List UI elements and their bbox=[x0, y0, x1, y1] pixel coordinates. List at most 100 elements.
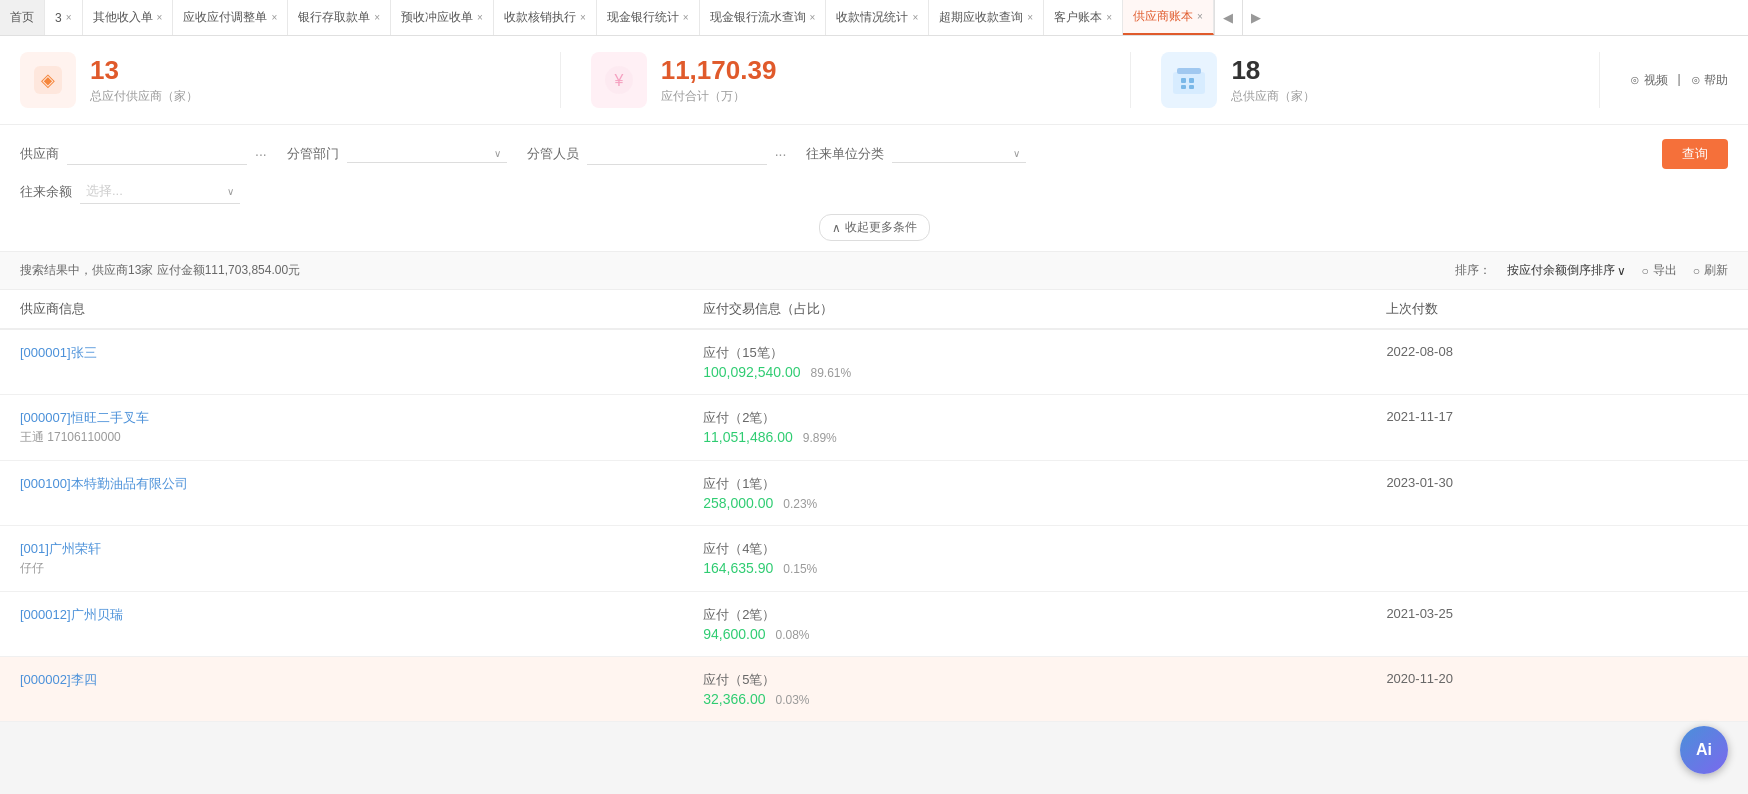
supplier-sub: 王通 17106110000 bbox=[20, 429, 703, 446]
nav-bank-deposit[interactable]: 银行存取款单 × bbox=[288, 0, 391, 35]
tx-pct: 0.08% bbox=[775, 628, 809, 642]
nav-cash-stats[interactable]: 现金银行统计 × bbox=[597, 0, 700, 35]
table-row: [000007]恒旺二手叉车 王通 17106110000 应付（2笔） 11,… bbox=[0, 395, 1748, 461]
sort-select[interactable]: 按应付余额倒序排序 ∨ bbox=[1507, 262, 1626, 279]
tx-amount[interactable]: 258,000.00 bbox=[703, 495, 773, 511]
collapse-button[interactable]: ∧ 收起更多条件 bbox=[819, 214, 930, 241]
total-suppliers-content: 18 总供应商（家） bbox=[1231, 55, 1315, 105]
supplier-link[interactable]: [000002]李四 bbox=[20, 672, 97, 687]
balance-arrow-icon: ∨ bbox=[227, 186, 234, 197]
last-pay-date: 2020-11-20 bbox=[1386, 671, 1728, 686]
nav-cash-flow[interactable]: 现金银行流水查询 × bbox=[700, 0, 827, 35]
refresh-button[interactable]: ○ 刷新 bbox=[1693, 262, 1728, 279]
close-other-income[interactable]: × bbox=[157, 12, 163, 23]
close-customer-ledger[interactable]: × bbox=[1106, 12, 1112, 23]
tx-row: 164,635.90 0.15% bbox=[703, 558, 1386, 576]
svg-rect-7 bbox=[1189, 78, 1194, 83]
nav-collection-stats[interactable]: 收款情况统计 × bbox=[826, 0, 929, 35]
col-supplier-info: 供应商信息 bbox=[20, 300, 703, 318]
supplier-link[interactable]: [000012]广州贝瑞 bbox=[20, 607, 123, 622]
nav-home[interactable]: 首页 bbox=[0, 0, 45, 35]
close-bank-deposit[interactable]: × bbox=[374, 12, 380, 23]
supplier-filter-input[interactable] bbox=[67, 143, 247, 165]
tx-amount[interactable]: 32,366.00 bbox=[703, 691, 765, 707]
nav-customer-ledger[interactable]: 客户账本 × bbox=[1044, 0, 1123, 35]
nav-receipt-exec[interactable]: 收款核销执行 × bbox=[494, 0, 597, 35]
help-link[interactable]: ⊙ 帮助 bbox=[1691, 72, 1728, 89]
tx-amount[interactable]: 11,051,486.00 bbox=[703, 429, 793, 445]
sort-label: 排序： bbox=[1455, 262, 1491, 279]
col-tx-info: 应付交易信息（占比） bbox=[703, 300, 1386, 318]
supplier-link[interactable]: [000007]恒旺二手叉车 bbox=[20, 410, 149, 425]
close-cash-flow[interactable]: × bbox=[810, 12, 816, 23]
summary-card-payable-total: ¥ 11,170.39 应付合计（万） bbox=[591, 52, 1132, 108]
svg-text:¥: ¥ bbox=[613, 72, 623, 89]
export-button[interactable]: ○ 导出 bbox=[1642, 262, 1677, 279]
balance-filter-label: 往来余额 bbox=[20, 183, 72, 201]
col-last-pay: 上次付数 bbox=[1386, 300, 1728, 318]
tx-label: 应付（1笔） bbox=[703, 475, 1386, 493]
filter-supplier: 供应商 ··· bbox=[20, 143, 267, 165]
tx-pct: 89.61% bbox=[811, 366, 852, 380]
table-header: 供应商信息 应付交易信息（占比） 上次付数 bbox=[0, 290, 1748, 330]
tx-pct: 0.15% bbox=[783, 562, 817, 576]
svg-rect-8 bbox=[1181, 85, 1186, 89]
table-row: [000001]张三 应付（15笔） 100,092,540.00 89.61%… bbox=[0, 330, 1748, 395]
query-button[interactable]: 查询 bbox=[1662, 139, 1728, 169]
tx-amount[interactable]: 100,092,540.00 bbox=[703, 364, 800, 380]
export-label: 导出 bbox=[1653, 262, 1677, 279]
table-row: [000012]广州贝瑞 应付（2笔） 94,600.00 0.08% 2021… bbox=[0, 592, 1748, 657]
supplier-link[interactable]: [000100]本特勤油品有限公司 bbox=[20, 476, 188, 491]
filter-row-2: 往来余额 选择... ∨ bbox=[20, 179, 1728, 204]
supplier-info-cell: [000007]恒旺二手叉车 王通 17106110000 bbox=[20, 409, 703, 446]
nav-other-income[interactable]: 其他收入单 × bbox=[83, 0, 174, 35]
person-filter-dots[interactable]: ··· bbox=[775, 146, 787, 162]
close-ar-ap-adjust[interactable]: × bbox=[271, 12, 277, 23]
close-receipt-exec[interactable]: × bbox=[580, 12, 586, 23]
nav-next-arrow[interactable]: ▶ bbox=[1242, 0, 1270, 35]
summary-card-suppliers-payable: ◈ 13 总应付供应商（家） bbox=[20, 52, 561, 108]
export-icon: ○ bbox=[1642, 264, 1649, 278]
svg-rect-6 bbox=[1181, 78, 1186, 83]
close-collection-stats[interactable]: × bbox=[912, 12, 918, 23]
close-supplier-ledger[interactable]: × bbox=[1197, 11, 1203, 22]
payable-total-icon: ¥ bbox=[591, 52, 647, 108]
filter-category: 往来单位分类 ∨ bbox=[806, 145, 1026, 163]
tx-row: 11,051,486.00 9.89% bbox=[703, 427, 1386, 445]
svg-rect-4 bbox=[1173, 72, 1205, 94]
supplier-filter-dots[interactable]: ··· bbox=[255, 146, 267, 162]
nav-prev-arrow[interactable]: ◀ bbox=[1214, 0, 1242, 35]
balance-filter-select[interactable]: 选择... ∨ bbox=[80, 179, 240, 204]
nav-supplier-ledger[interactable]: 供应商账本 × bbox=[1123, 0, 1214, 35]
collapse-icon: ∧ bbox=[832, 221, 841, 235]
supplier-link[interactable]: [001]广州荣轩 bbox=[20, 541, 101, 556]
person-filter-input[interactable] bbox=[587, 143, 767, 165]
table-row: [000100]本特勤油品有限公司 应付（1笔） 258,000.00 0.23… bbox=[0, 461, 1748, 526]
payable-total-label: 应付合计（万） bbox=[661, 88, 777, 105]
nav-tab3[interactable]: 3 × bbox=[45, 0, 83, 35]
tx-amount[interactable]: 94,600.00 bbox=[703, 626, 765, 642]
nav-overdue-ar[interactable]: 超期应收款查询 × bbox=[929, 0, 1044, 35]
category-filter-select[interactable]: ∨ bbox=[892, 145, 1026, 163]
supplier-link[interactable]: [000001]张三 bbox=[20, 345, 97, 360]
nav-pre-collect[interactable]: 预收冲应收单 × bbox=[391, 0, 494, 35]
total-suppliers-label: 总供应商（家） bbox=[1231, 88, 1315, 105]
tx-row: 94,600.00 0.08% bbox=[703, 624, 1386, 642]
close-overdue-ar[interactable]: × bbox=[1027, 12, 1033, 23]
supplier-sub: 仔仔 bbox=[20, 560, 703, 577]
video-link[interactable]: ⊙ 视频 bbox=[1630, 72, 1667, 89]
tx-label: 应付（5笔） bbox=[703, 671, 1386, 689]
close-pre-collect[interactable]: × bbox=[477, 12, 483, 23]
tx-pct: 9.89% bbox=[803, 431, 837, 445]
close-tab3[interactable]: × bbox=[66, 12, 72, 23]
total-suppliers-number: 18 bbox=[1231, 55, 1315, 86]
tx-amount[interactable]: 164,635.90 bbox=[703, 560, 773, 576]
nav-ar-ap-adjust[interactable]: 应收应付调整单 × bbox=[173, 0, 288, 35]
supplier-table: 供应商信息 应付交易信息（占比） 上次付数 [000001]张三 应付（15笔）… bbox=[0, 290, 1748, 722]
tx-info-cell: 应付（15笔） 100,092,540.00 89.61% bbox=[703, 344, 1386, 380]
refresh-icon: ○ bbox=[1693, 264, 1700, 278]
suppliers-payable-label: 总应付供应商（家） bbox=[90, 88, 198, 105]
close-cash-stats[interactable]: × bbox=[683, 12, 689, 23]
tx-row: 258,000.00 0.23% bbox=[703, 493, 1386, 511]
dept-filter-select[interactable]: ∨ bbox=[347, 145, 507, 163]
